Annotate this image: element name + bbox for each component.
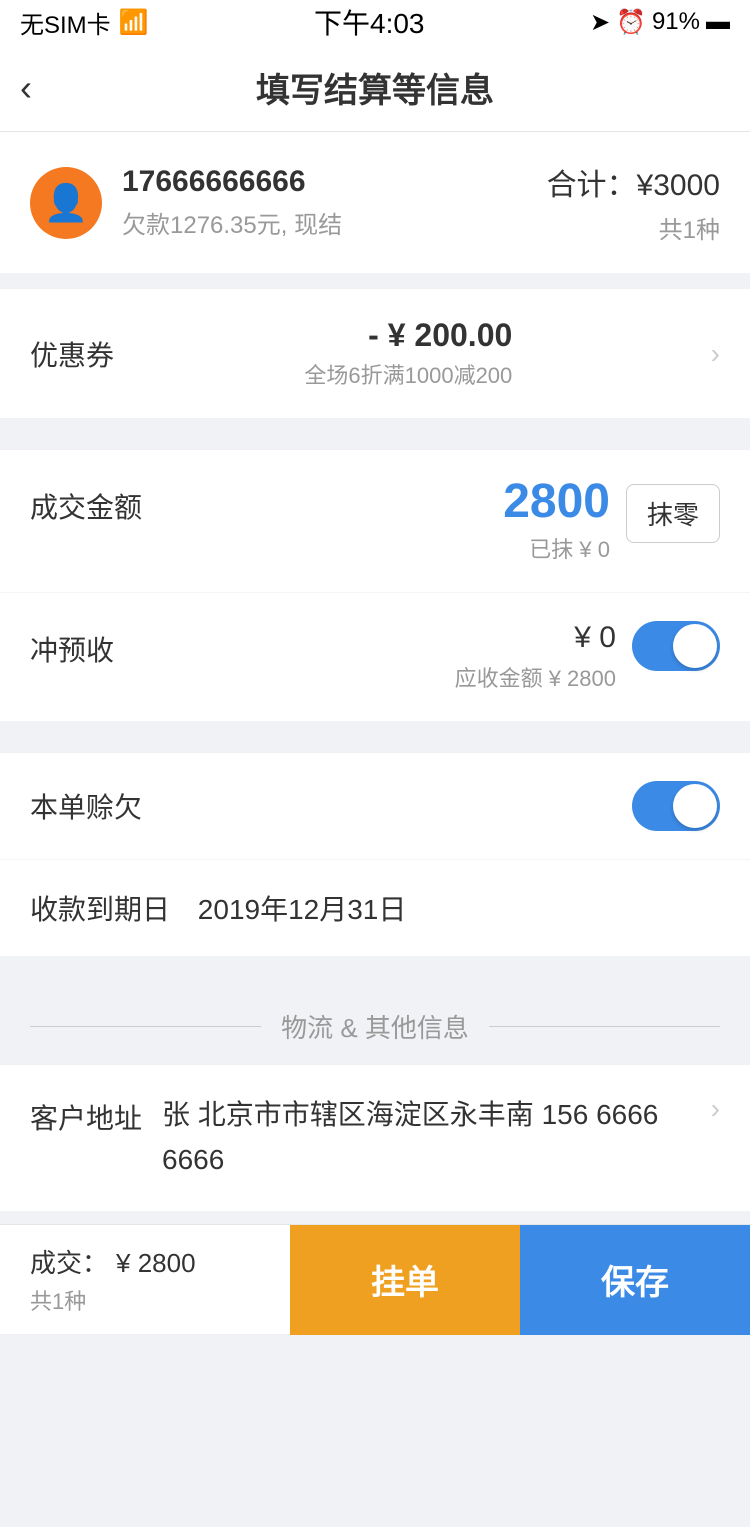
bottom-summary: 成交： ¥ 2800 共1种 [0, 1243, 290, 1316]
bottom-deal-row: 成交： ¥ 2800 [30, 1243, 260, 1280]
divider-line-right [489, 1026, 720, 1027]
avatar: 👤 [30, 167, 102, 239]
divider-line-left [30, 1026, 261, 1027]
avatar-icon: 👤 [44, 182, 89, 224]
chevron-right-icon: › [711, 338, 720, 370]
address-section[interactable]: 客户地址 张 北京市市辖区海淀区永丰南 156 6666 6666 › [0, 1065, 750, 1211]
debit-toggle-knob [673, 784, 717, 828]
duedate-label: 收款到期日 [30, 894, 170, 925]
battery-icon: ▬ [706, 8, 730, 36]
deal-number: 2800 [503, 478, 610, 526]
address-card: 客户地址 张 北京市市辖区海淀区永丰南 156 6666 6666 › [0, 1065, 750, 1211]
total-amount: 合计：¥3000 [547, 160, 720, 204]
prepay-right: ¥ 0 应收金额 ¥ 2800 [455, 621, 720, 693]
status-bar: 无SIM卡 📶 下午4:03 ➤ ⏰ 91% ▬ [0, 0, 750, 44]
carrier-text: 无SIM卡 [20, 5, 111, 40]
amount-value-block: 2800 已抹 ¥ 0 [503, 478, 610, 564]
coupon-label: 优惠券 [30, 334, 114, 374]
prepay-section: 冲预收 ¥ 0 应收金额 ¥ 2800 [0, 592, 750, 721]
pending-button[interactable]: 挂单 [290, 1225, 520, 1335]
duedate-content: 收款到期日 2019年12月31日 [30, 888, 720, 928]
section-separator-1 [0, 434, 750, 450]
customer-phone: 17666666666 [122, 165, 547, 199]
section-separator-2 [0, 737, 750, 753]
status-time: 下午4:03 [314, 2, 425, 42]
toggle-knob [673, 624, 717, 668]
amount-section: 成交金额 2800 已抹 ¥ 0 抹零 [0, 450, 750, 592]
debit-card: 本单赊欠 收款到期日 2019年12月31日 [0, 753, 750, 956]
battery-text: 91% [652, 8, 700, 36]
address-chevron-icon: › [711, 1093, 720, 1125]
page-title: 填写结算等信息 [256, 63, 494, 112]
customer-card: 👤 17666666666 欠款1276.35元, 现结 合计：¥3000 共1… [0, 132, 750, 273]
duedate-section: 收款到期日 2019年12月31日 [0, 859, 750, 956]
section-separator-3 [0, 972, 750, 988]
prepay-amount: ¥ 0 [455, 621, 616, 655]
total-count: 共1种 [547, 210, 720, 245]
nav-bar: ‹ 填写结算等信息 [0, 44, 750, 132]
deal-label: 成交金额 [30, 478, 142, 526]
round-button[interactable]: 抹零 [626, 484, 720, 543]
coupon-row[interactable]: 优惠券 - ¥ 200.00 全场6折满1000减200 › [0, 289, 750, 418]
bottom-count: 共1种 [30, 1284, 260, 1316]
customer-row: 👤 17666666666 欠款1276.35元, 现结 合计：¥3000 共1… [0, 132, 750, 273]
bottom-deal-amount: ¥ 2800 [116, 1248, 196, 1279]
alarm-icon: ⏰ [616, 8, 646, 37]
debit-label: 本单赊欠 [30, 786, 142, 826]
logistics-label: 物流 & 其他信息 [281, 1008, 469, 1045]
address-label: 客户地址 [30, 1093, 142, 1137]
bottom-bar: 成交： ¥ 2800 共1种 挂单 保存 [0, 1224, 750, 1334]
prepay-toggle[interactable] [632, 621, 720, 671]
debit-toggle[interactable] [632, 781, 720, 831]
amount-right: 2800 已抹 ¥ 0 抹零 [503, 478, 720, 564]
status-left: 无SIM卡 📶 [20, 5, 149, 40]
coupon-amount: - ¥ 200.00 [304, 317, 512, 354]
save-button[interactable]: 保存 [520, 1225, 750, 1335]
duedate-value: 2019年12月31日 [198, 894, 407, 925]
deal-erased: 已抹 ¥ 0 [503, 532, 610, 564]
deal-card: 成交金额 2800 已抹 ¥ 0 抹零 冲预收 ¥ 0 应收金额 ¥ 2800 [0, 450, 750, 721]
coupon-card: 优惠券 - ¥ 200.00 全场6折满1000减200 › [0, 289, 750, 418]
customer-total: 合计：¥3000 共1种 [547, 160, 720, 245]
back-button[interactable]: ‹ [20, 67, 32, 109]
customer-debt: 欠款1276.35元, 现结 [122, 205, 547, 240]
debit-section: 本单赊欠 [0, 753, 750, 859]
address-content: 张 北京市市辖区海淀区永丰南 156 6666 6666 [162, 1093, 703, 1183]
bottom-deal-label: 成交： [30, 1243, 108, 1280]
prepay-label: 冲预收 [30, 621, 114, 669]
location-icon: ➤ [590, 8, 610, 37]
prepay-receivable: 应收金额 ¥ 2800 [455, 661, 616, 693]
prepay-value-block: ¥ 0 应收金额 ¥ 2800 [455, 621, 616, 693]
logistics-divider: 物流 & 其他信息 [0, 988, 750, 1065]
coupon-desc: 全场6折满1000减200 [304, 358, 512, 390]
customer-info: 17666666666 欠款1276.35元, 现结 [122, 165, 547, 240]
wifi-icon: 📶 [119, 8, 149, 37]
coupon-right: - ¥ 200.00 全场6折满1000减200 [304, 317, 512, 390]
status-right: ➤ ⏰ 91% ▬ [590, 8, 730, 37]
